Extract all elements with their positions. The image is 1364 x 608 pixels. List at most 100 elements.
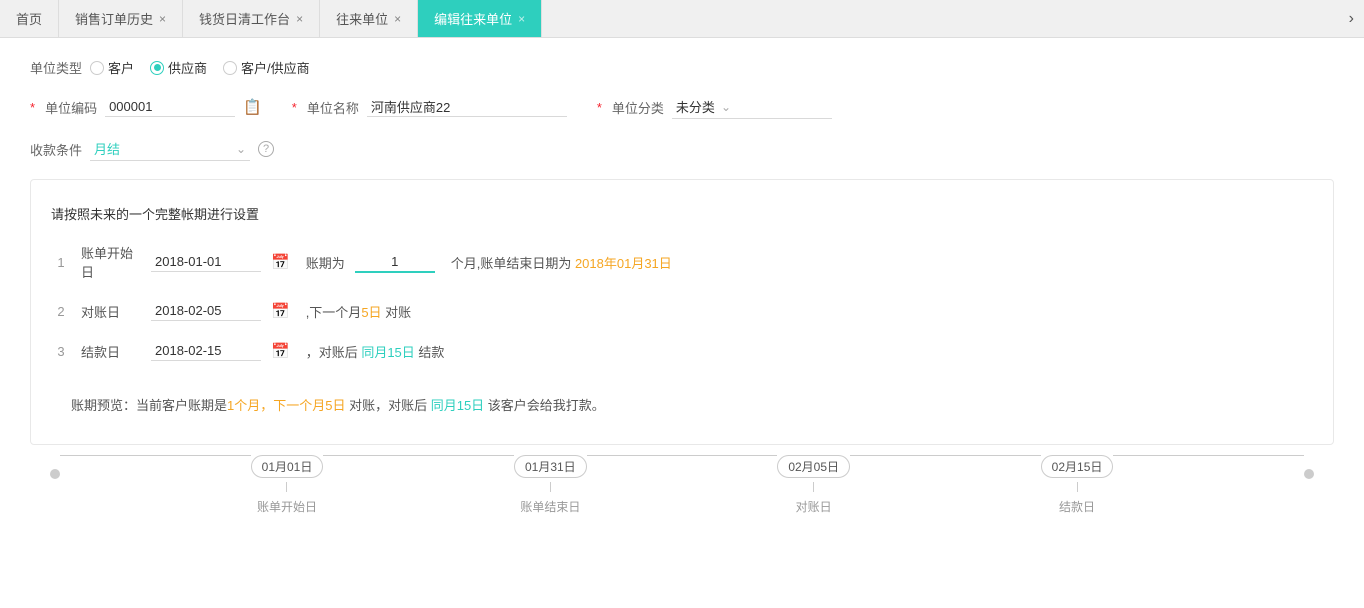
unit-name-field: * 单位名称 — [292, 97, 567, 117]
tab-home[interactable]: 首页 — [0, 0, 59, 37]
help-icon[interactable]: ? — [258, 141, 274, 157]
timeline-node-1: 01月01日 账单开始日 — [251, 455, 324, 515]
period-payment-day: 同月15日 — [361, 345, 414, 360]
unit-code-input[interactable] — [105, 97, 235, 117]
timeline-line-1 — [60, 455, 251, 456]
radio-both[interactable]: 客户/供应商 — [223, 58, 310, 77]
period-num-value-input[interactable] — [355, 252, 435, 273]
preview-text: 账期预览：当前客户账期是1个月，下一个月5日 对账，对账后 同月15日 该客户会… — [51, 381, 1313, 428]
tabs-bar: 首页 销售订单历史 × 钱货日清工作台 × 往来单位 × 编辑往来单位 × › — [0, 0, 1364, 38]
unit-name-input[interactable] — [367, 97, 567, 117]
unit-type-radio-group: 客户 供应商 客户/供应商 — [90, 58, 310, 77]
radio-supplier-label: 供应商 — [168, 58, 207, 77]
tab-edit-partner[interactable]: 编辑往来单位 × — [418, 0, 542, 37]
payment-value: 月结 — [94, 139, 230, 158]
unit-classify-star: * — [597, 100, 602, 115]
radio-supplier-circle — [150, 61, 164, 75]
tab-home-label: 首页 — [16, 9, 42, 28]
preview-prefix: 账期预览：当前客户账期是 — [71, 398, 227, 413]
tab-edit-partner-label: 编辑往来单位 — [434, 9, 512, 28]
period-row2-suffix: ,下一个月5日 对账 — [306, 302, 411, 321]
unit-code-star: * — [30, 100, 35, 115]
timeline-connector-1 — [286, 482, 287, 492]
tab-sales-history-close[interactable]: × — [159, 12, 166, 26]
radio-both-circle — [223, 61, 237, 75]
timeline-node-4: 02月15日 结款日 — [1041, 455, 1114, 515]
classify-dropdown-arrow: ⌄ — [721, 100, 731, 114]
unit-name-star: * — [292, 100, 297, 115]
period-label-2: 对账日 — [81, 302, 141, 321]
unit-code-label: 单位编码 — [45, 98, 97, 117]
period-num-1: 1 — [51, 255, 71, 270]
unit-name-label: 单位名称 — [307, 98, 359, 117]
period-start-calendar-icon[interactable]: 📅 — [271, 253, 290, 271]
tab-partner-unit-close[interactable]: × — [394, 12, 401, 26]
tab-partner-unit[interactable]: 往来单位 × — [320, 0, 418, 37]
unit-info-row: * 单位编码 📋 * 单位名称 * 单位分类 未分类 ⌄ — [30, 95, 1334, 119]
period-instruction: 请按照未来的一个完整帐期进行设置 — [51, 204, 1313, 223]
radio-supplier[interactable]: 供应商 — [150, 58, 207, 77]
tab-cash-desk[interactable]: 钱货日清工作台 × — [183, 0, 320, 37]
timeline-node-2: 01月31日 账单结束日 — [514, 455, 587, 515]
period-row-1: 1 账单开始日 📅 账期为 个月,账单结束日期为 2018年01月31日 — [51, 243, 1313, 281]
timeline-line-4 — [850, 455, 1041, 456]
timeline-label-1: 账单开始日 — [257, 498, 317, 515]
timeline-line-3 — [587, 455, 778, 456]
preview-part3: 对账，对账后 — [345, 398, 430, 413]
period-label-3: 结款日 — [81, 342, 141, 361]
timeline-connector-3 — [813, 482, 814, 492]
preview-suffix: 该客户会给我打款。 — [484, 398, 605, 413]
timeline-row: 01月01日 账单开始日 01月31日 账单结束日 02月05日 对账日 0 — [30, 455, 1334, 515]
timeline-end-dot — [1304, 469, 1314, 479]
preview-part1: 1个月， — [227, 398, 273, 413]
unit-classify-dropdown[interactable]: 未分类 ⌄ — [672, 95, 832, 119]
radio-customer-circle — [90, 61, 104, 75]
timeline-label-4: 结款日 — [1059, 498, 1095, 515]
timeline-date-3: 02月05日 — [777, 455, 850, 478]
tab-edit-partner-close[interactable]: × — [518, 12, 525, 26]
unit-type-field: 单位类型 客户 供应商 客户/供应商 — [30, 58, 310, 77]
period-end-date: 2018年01月31日 — [575, 256, 672, 271]
timeline-line-2 — [323, 455, 514, 456]
payment-dropdown-arrow: ⌄ — [236, 142, 246, 156]
payment-label: 收款条件 — [30, 140, 82, 159]
period-reconcile-date-input[interactable] — [151, 301, 261, 321]
tab-partner-unit-label: 往来单位 — [336, 9, 388, 28]
payment-dropdown[interactable]: 月结 ⌄ — [90, 137, 250, 161]
tab-cash-desk-label: 钱货日清工作台 — [199, 9, 290, 28]
period-num-2: 2 — [51, 304, 71, 319]
radio-both-label: 客户/供应商 — [241, 58, 310, 77]
period-reconcile-calendar-icon[interactable]: 📅 — [271, 302, 290, 320]
period-row1-suffix: 个月,账单结束日期为 2018年01月31日 — [451, 253, 672, 272]
timeline-start-dot — [50, 469, 60, 479]
timeline-connector-2 — [550, 482, 551, 492]
preview-part4: 同月15日 — [431, 398, 484, 413]
timeline-connector-4 — [1077, 482, 1078, 492]
period-payment-date-input[interactable] — [151, 341, 261, 361]
tab-cash-desk-close[interactable]: × — [296, 12, 303, 26]
unit-classify-field: * 单位分类 未分类 ⌄ — [597, 95, 832, 119]
timeline-label-3: 对账日 — [796, 498, 832, 515]
main-content: 单位类型 客户 供应商 客户/供应商 * 单位编码 — [0, 38, 1364, 608]
timeline-date-2: 01月31日 — [514, 455, 587, 478]
period-start-date-input[interactable] — [151, 252, 261, 272]
unit-type-row: 单位类型 客户 供应商 客户/供应商 — [30, 58, 1334, 77]
payment-field: 收款条件 月结 ⌄ ? — [30, 137, 274, 161]
timeline-line-5 — [1113, 455, 1304, 456]
tab-more-button[interactable]: › — [1339, 0, 1364, 37]
timeline-date-4: 02月15日 — [1041, 455, 1114, 478]
period-label-1: 账单开始日 — [81, 243, 141, 281]
period-payment-calendar-icon[interactable]: 📅 — [271, 342, 290, 360]
radio-customer[interactable]: 客户 — [90, 58, 134, 77]
tab-sales-history[interactable]: 销售订单历史 × — [59, 0, 183, 37]
period-row1-prefix: 账期为 — [306, 253, 345, 272]
period-row-3: 3 结款日 📅 ，对账后 同月15日 结款 — [51, 341, 1313, 361]
unit-type-label: 单位类型 — [30, 58, 82, 77]
unit-classify-value: 未分类 — [676, 97, 715, 116]
unit-code-field: * 单位编码 📋 — [30, 97, 262, 117]
period-num-3: 3 — [51, 344, 71, 359]
period-row-2: 2 对账日 📅 ,下一个月5日 对账 — [51, 301, 1313, 321]
timeline-label-2: 账单结束日 — [520, 498, 580, 515]
period-settings-box: 请按照未来的一个完整帐期进行设置 1 账单开始日 📅 账期为 个月,账单结束日期… — [30, 179, 1334, 445]
copy-icon[interactable]: 📋 — [243, 98, 262, 116]
